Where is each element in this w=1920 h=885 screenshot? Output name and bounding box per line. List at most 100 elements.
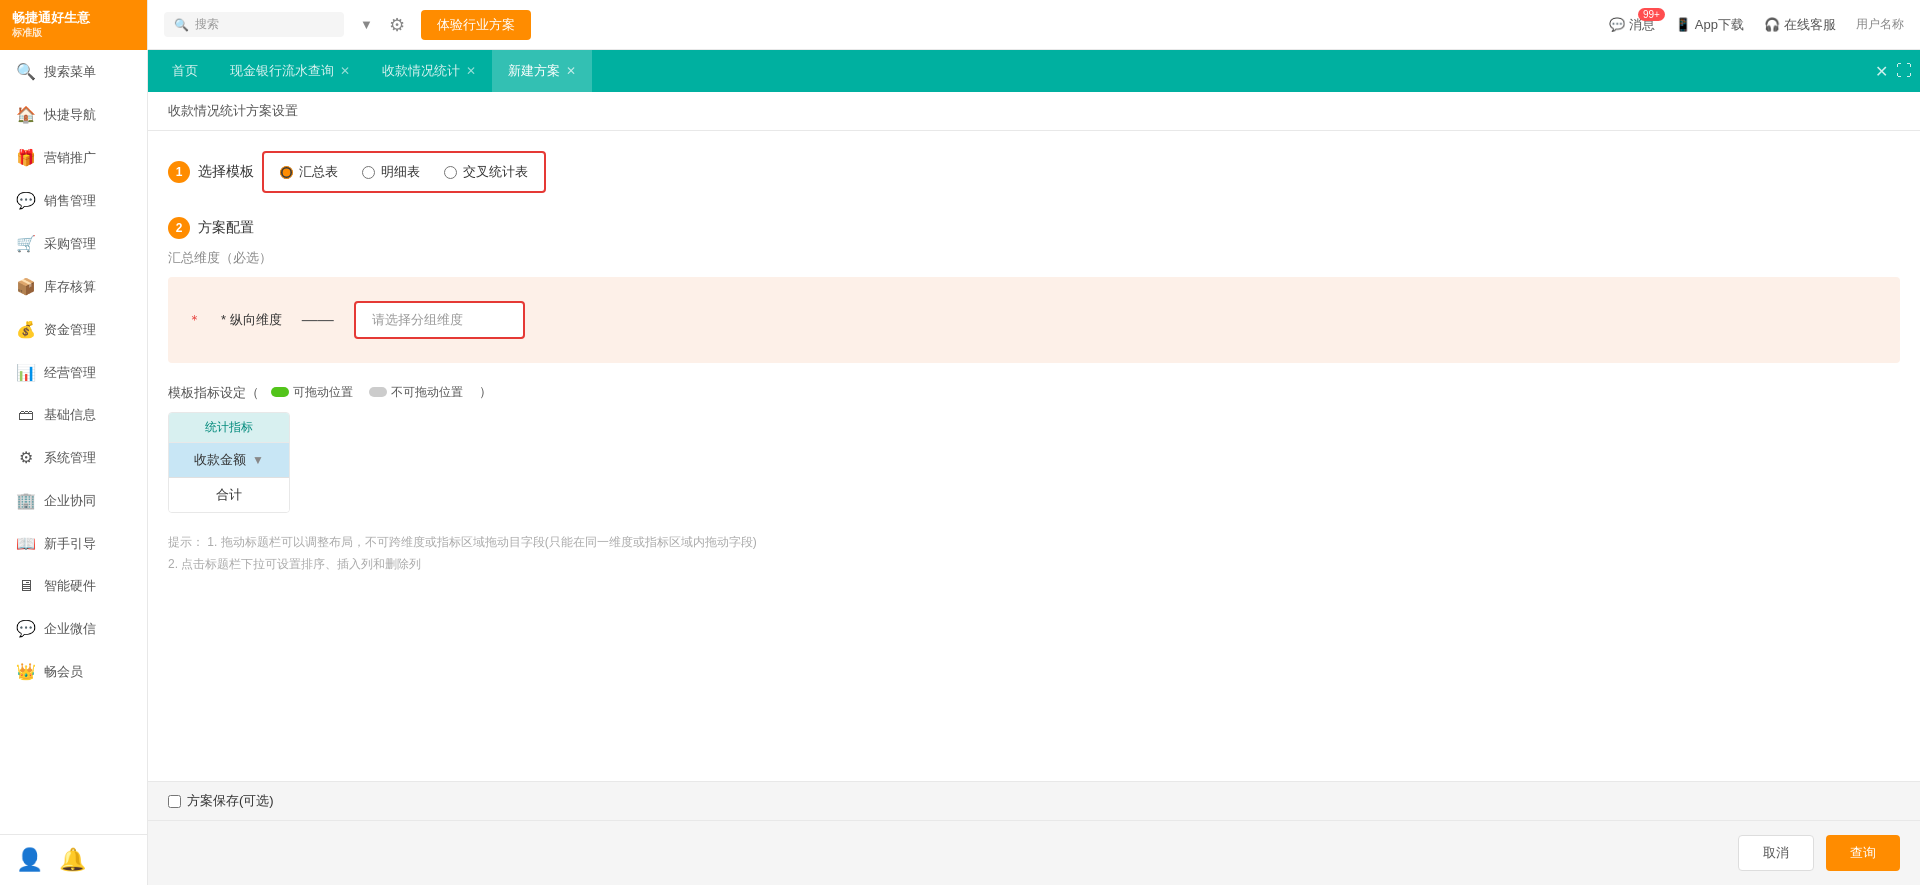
immovable-indicator: 不可拖动位置 <box>369 384 463 401</box>
service-label: 在线客服 <box>1784 16 1836 34</box>
dimension-row: ＊ * 纵向维度 —— 请选择分组维度 <box>188 301 1880 339</box>
radio-cross-label: 交叉统计表 <box>463 163 528 181</box>
step1-title: 选择模板 <box>198 163 254 181</box>
step1-section: 1 选择模板 汇总表 明细表 交叉统计表 <box>168 151 1900 193</box>
tab-new-plan-close[interactable]: ✕ <box>566 64 576 78</box>
radio-cross-input[interactable] <box>444 166 457 179</box>
radio-detail-label: 明细表 <box>381 163 420 181</box>
query-button[interactable]: 查询 <box>1826 835 1900 871</box>
radio-detail[interactable]: 明细表 <box>362 163 420 181</box>
sidebar-item-label: 搜索菜单 <box>44 63 96 81</box>
download-btn[interactable]: 📱 App下载 <box>1675 16 1744 34</box>
sidebar-item-label: 企业微信 <box>44 620 96 638</box>
bell-icon[interactable]: 🔔 <box>59 847 86 873</box>
main-area: 🔍 搜索 ▼ ⚙ 体验行业方案 💬 消息 99+ 📱 App下载 🎧 在线客服 … <box>148 0 1920 885</box>
topbar: 🔍 搜索 ▼ ⚙ 体验行业方案 💬 消息 99+ 📱 App下载 🎧 在线客服 … <box>148 0 1920 50</box>
message-icon: 💬 <box>1609 17 1625 32</box>
radio-summary-input[interactable] <box>280 166 293 179</box>
sidebar-bottom: 👤 🔔 <box>0 834 147 885</box>
radio-detail-input[interactable] <box>362 166 375 179</box>
save-checkbox[interactable] <box>168 795 181 808</box>
gift-icon: 🎁 <box>16 148 36 167</box>
sidebar-item-marketing[interactable]: 🎁 营销推广 <box>0 136 147 179</box>
tab-new-plan[interactable]: 新建方案 ✕ <box>492 50 592 92</box>
tab-cashflow-label: 现金银行流水查询 <box>230 62 334 80</box>
sidebar-item-label: 销售管理 <box>44 192 96 210</box>
radio-summary-label: 汇总表 <box>299 163 338 181</box>
tab-bar: 首页 现金银行流水查询 ✕ 收款情况统计 ✕ 新建方案 ✕ ✕ ⛶ <box>148 50 1920 92</box>
sidebar-item-purchase[interactable]: 🛒 采购管理 <box>0 222 147 265</box>
user-icon[interactable]: 👤 <box>16 847 43 873</box>
sidebar-item-finance[interactable]: 💰 资金管理 <box>0 308 147 351</box>
sidebar-item-sales[interactable]: 💬 销售管理 <box>0 179 147 222</box>
step2-badge: 2 <box>168 217 190 239</box>
page-header-title: 收款情况统计方案设置 <box>168 103 298 118</box>
metrics-cell-label: 收款金额 <box>194 451 246 469</box>
tab-home-label: 首页 <box>172 62 198 80</box>
building-icon: 🏢 <box>16 491 36 510</box>
sidebar-item-label: 资金管理 <box>44 321 96 339</box>
sidebar-item-search[interactable]: 🔍 搜索菜单 <box>0 50 147 93</box>
search-icon: 🔍 <box>174 18 189 32</box>
sidebar-item-enterprise[interactable]: 🏢 企业协同 <box>0 479 147 522</box>
sidebar-item-inventory[interactable]: 📦 库存核算 <box>0 265 147 308</box>
gear-icon: ⚙ <box>16 448 36 467</box>
wechat-icon: 💬 <box>16 619 36 638</box>
dimension-area: ＊ * 纵向维度 —— 请选择分组维度 <box>168 277 1900 363</box>
download-label: App下载 <box>1695 16 1744 34</box>
step2-header: 2 方案配置 <box>168 217 1900 239</box>
close-paren: ） <box>479 383 492 401</box>
sidebar-item-operation[interactable]: 📊 经营管理 <box>0 351 147 394</box>
sidebar-item-label: 系统管理 <box>44 449 96 467</box>
page-header: 收款情况统计方案设置 <box>148 92 1920 131</box>
tab-cashflow-close[interactable]: ✕ <box>340 64 350 78</box>
sidebar-item-newbie[interactable]: 📖 新手引导 <box>0 522 147 565</box>
topbar-right: 💬 消息 99+ 📱 App下载 🎧 在线客服 用户名称 <box>1609 16 1904 34</box>
radio-summary[interactable]: 汇总表 <box>280 163 338 181</box>
metrics-label-text: 模板指标设定（ <box>168 385 259 400</box>
dimension-select[interactable]: 请选择分组维度 <box>354 301 525 339</box>
sidebar-item-member[interactable]: 👑 畅会员 <box>0 650 147 693</box>
cancel-button[interactable]: 取消 <box>1738 835 1814 871</box>
metrics-total: 合计 <box>169 478 289 512</box>
sidebar-item-label: 经营管理 <box>44 364 96 382</box>
dropdown-arrow-icon[interactable]: ▼ <box>252 453 264 467</box>
metrics-label: 模板指标设定（ 可拖动位置 不可拖动位置 ） <box>168 383 1900 402</box>
dimension-config-label: 汇总维度（必选） <box>168 249 1900 267</box>
radio-cross[interactable]: 交叉统计表 <box>444 163 528 181</box>
metrics-cell-amount[interactable]: 收款金额 ▼ <box>169 443 289 478</box>
sidebar-item-label: 新手引导 <box>44 535 96 553</box>
save-checkbox-label[interactable]: 方案保存(可选) <box>168 792 274 810</box>
tab-expand-btn[interactable]: ⛶ <box>1896 62 1912 81</box>
settings-icon[interactable]: ⚙ <box>389 14 405 36</box>
logo-name: 畅捷通好生意 <box>12 10 90 26</box>
arrow-icon: —— <box>302 311 334 329</box>
sidebar-item-system[interactable]: ⚙ 系统管理 <box>0 436 147 479</box>
money-icon: 💰 <box>16 320 36 339</box>
industry-btn[interactable]: 体验行业方案 <box>421 10 531 40</box>
tabs-actions: ✕ ⛶ <box>1875 62 1912 81</box>
tab-cashflow[interactable]: 现金银行流水查询 ✕ <box>214 50 366 92</box>
vertical-dimension-label: * 纵向维度 <box>221 311 282 329</box>
step2-section: 2 方案配置 汇总维度（必选） ＊ * 纵向维度 —— 请选择分组维度 <box>168 217 1900 575</box>
sidebar-item-label: 智能硬件 <box>44 577 96 595</box>
tab-receipts-close[interactable]: ✕ <box>466 64 476 78</box>
tab-home[interactable]: 首页 <box>156 50 214 92</box>
sidebar-item-basic[interactable]: 🗃 基础信息 <box>0 394 147 436</box>
tab-close-all-btn[interactable]: ✕ <box>1875 62 1888 81</box>
headset-icon: 🎧 <box>1764 17 1780 32</box>
sidebar-item-label: 畅会员 <box>44 663 83 681</box>
sidebar: 畅捷通好生意 标准版 🔍 搜索菜单 🏠 快捷导航 🎁 营销推广 💬 销售管理 🛒… <box>0 0 148 885</box>
sidebar-item-quick-nav[interactable]: 🏠 快捷导航 <box>0 93 147 136</box>
tab-receipts[interactable]: 收款情况统计 ✕ <box>366 50 492 92</box>
sidebar-item-hardware[interactable]: 🖥 智能硬件 <box>0 565 147 607</box>
message-btn[interactable]: 💬 消息 99+ <box>1609 16 1655 34</box>
service-btn[interactable]: 🎧 在线客服 <box>1764 16 1836 34</box>
sidebar-item-wechat[interactable]: 💬 企业微信 <box>0 607 147 650</box>
immovable-label: 不可拖动位置 <box>391 384 463 401</box>
dropdown-arrow-icon[interactable]: ▼ <box>360 17 373 32</box>
download-icon: 📱 <box>1675 17 1691 32</box>
step2-title: 方案配置 <box>198 219 254 237</box>
required-mark: ＊ <box>188 311 201 329</box>
search-bar[interactable]: 🔍 搜索 <box>164 12 344 37</box>
